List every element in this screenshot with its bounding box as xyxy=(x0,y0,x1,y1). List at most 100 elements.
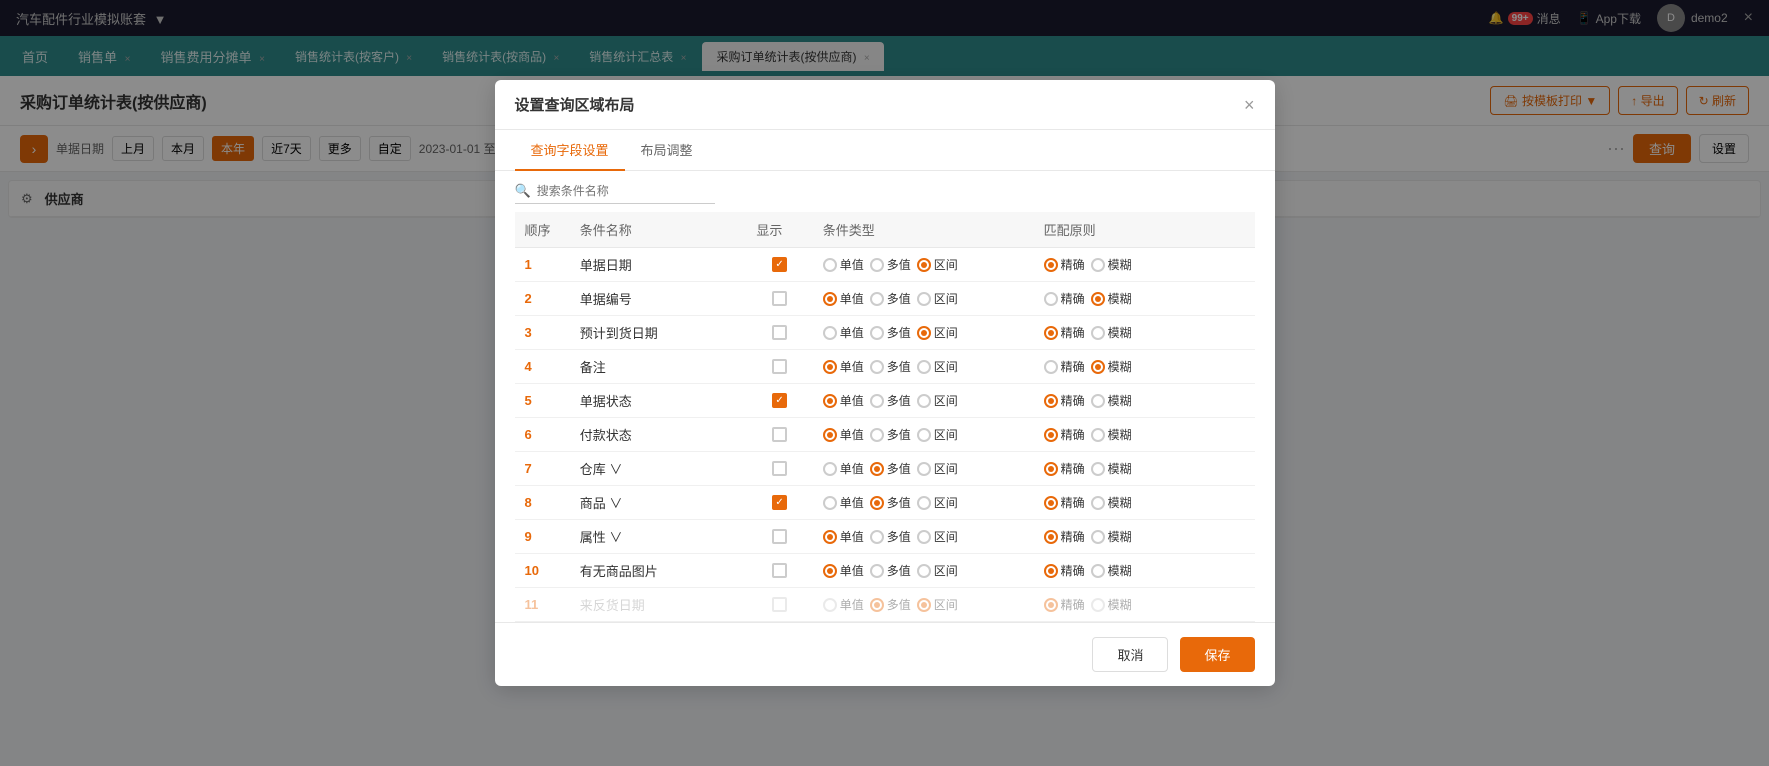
cell-show[interactable] xyxy=(746,384,812,418)
cell-show[interactable] xyxy=(746,554,812,588)
radio-type-single[interactable]: 单值 xyxy=(823,426,864,443)
radio-type-range[interactable]: 区间 xyxy=(917,256,958,273)
radio-type-range[interactable]: 区间 xyxy=(917,324,958,341)
radio-type-single[interactable]: 单值 xyxy=(823,256,864,273)
radio-match-exact[interactable]: 精确 xyxy=(1044,528,1085,545)
cell-show[interactable] xyxy=(746,248,812,282)
radio-type-multi[interactable]: 多值 xyxy=(870,528,911,545)
radio-match-fuzzy[interactable]: 模糊 xyxy=(1091,256,1132,273)
cell-type[interactable]: 单值多值区间 xyxy=(813,418,1034,452)
radio-type-single[interactable]: 单值 xyxy=(823,392,864,409)
show-checkbox[interactable] xyxy=(772,257,787,272)
radio-type-range[interactable]: 区间 xyxy=(917,426,958,443)
radio-match-fuzzy[interactable]: 模糊 xyxy=(1091,358,1132,375)
radio-match-exact[interactable]: 精确 xyxy=(1044,324,1085,341)
radio-type-range[interactable]: 区间 xyxy=(917,358,958,375)
radio-type-range[interactable]: 区间 xyxy=(917,290,958,307)
show-checkbox[interactable] xyxy=(772,359,787,374)
radio-type-single[interactable]: 单值 xyxy=(823,460,864,477)
radio-type-multi[interactable]: 多值 xyxy=(870,596,911,613)
radio-type-single[interactable]: 单值 xyxy=(823,494,864,511)
radio-type-multi[interactable]: 多值 xyxy=(870,290,911,307)
cell-match[interactable]: 精确模糊 xyxy=(1034,520,1255,554)
radio-type-single[interactable]: 单值 xyxy=(823,562,864,579)
radio-type-multi[interactable]: 多值 xyxy=(870,324,911,341)
radio-type-range[interactable]: 区间 xyxy=(917,596,958,613)
radio-match-exact[interactable]: 精确 xyxy=(1044,358,1085,375)
radio-type-multi[interactable]: 多值 xyxy=(870,392,911,409)
radio-type-multi[interactable]: 多值 xyxy=(870,256,911,273)
radio-type-single[interactable]: 单值 xyxy=(823,596,864,613)
show-checkbox[interactable] xyxy=(772,563,787,578)
radio-type-range[interactable]: 区间 xyxy=(917,392,958,409)
cell-match[interactable]: 精确模糊 xyxy=(1034,486,1255,520)
cell-match[interactable]: 精确模糊 xyxy=(1034,384,1255,418)
radio-match-fuzzy[interactable]: 模糊 xyxy=(1091,528,1132,545)
radio-match-fuzzy[interactable]: 模糊 xyxy=(1091,324,1132,341)
cell-match[interactable]: 精确模糊 xyxy=(1034,418,1255,452)
cell-match[interactable]: 精确模糊 xyxy=(1034,350,1255,384)
cell-match[interactable]: 精确模糊 xyxy=(1034,588,1255,622)
radio-match-exact[interactable]: 精确 xyxy=(1044,460,1085,477)
cell-match[interactable]: 精确模糊 xyxy=(1034,452,1255,486)
cell-show[interactable] xyxy=(746,316,812,350)
radio-type-range[interactable]: 区间 xyxy=(917,562,958,579)
radio-match-fuzzy[interactable]: 模糊 xyxy=(1091,426,1132,443)
cell-type[interactable]: 单值多值区间 xyxy=(813,316,1034,350)
radio-type-single[interactable]: 单值 xyxy=(823,324,864,341)
show-checkbox[interactable] xyxy=(772,393,787,408)
radio-type-multi[interactable]: 多值 xyxy=(870,494,911,511)
radio-match-exact[interactable]: 精确 xyxy=(1044,392,1085,409)
radio-type-multi[interactable]: 多值 xyxy=(870,426,911,443)
radio-match-exact[interactable]: 精确 xyxy=(1044,256,1085,273)
search-input[interactable] xyxy=(537,184,715,198)
cell-show[interactable] xyxy=(746,520,812,554)
radio-type-range[interactable]: 区间 xyxy=(917,460,958,477)
cell-type[interactable]: 单值多值区间 xyxy=(813,452,1034,486)
show-checkbox[interactable] xyxy=(772,325,787,340)
radio-match-fuzzy[interactable]: 模糊 xyxy=(1091,460,1132,477)
cancel-button[interactable]: 取消 xyxy=(1092,637,1168,672)
modal-close-button[interactable]: × xyxy=(1244,96,1255,114)
radio-type-range[interactable]: 区间 xyxy=(917,528,958,545)
cell-show[interactable] xyxy=(746,282,812,316)
cell-type[interactable]: 单值多值区间 xyxy=(813,282,1034,316)
radio-match-fuzzy[interactable]: 模糊 xyxy=(1091,290,1132,307)
radio-type-single[interactable]: 单值 xyxy=(823,290,864,307)
radio-type-multi[interactable]: 多值 xyxy=(870,460,911,477)
save-button[interactable]: 保存 xyxy=(1180,637,1254,672)
radio-match-exact[interactable]: 精确 xyxy=(1044,426,1085,443)
radio-match-fuzzy[interactable]: 模糊 xyxy=(1091,494,1132,511)
cell-type[interactable]: 单值多值区间 xyxy=(813,554,1034,588)
show-checkbox[interactable] xyxy=(772,529,787,544)
cell-type[interactable]: 单值多值区间 xyxy=(813,350,1034,384)
cell-show[interactable] xyxy=(746,588,812,622)
radio-type-multi[interactable]: 多值 xyxy=(870,562,911,579)
show-checkbox[interactable] xyxy=(772,291,787,306)
show-checkbox[interactable] xyxy=(772,597,787,612)
cell-show[interactable] xyxy=(746,418,812,452)
cell-type[interactable]: 单值多值区间 xyxy=(813,520,1034,554)
radio-match-exact[interactable]: 精确 xyxy=(1044,562,1085,579)
tab-query-fields[interactable]: 查询字段设置 xyxy=(515,130,625,171)
show-checkbox[interactable] xyxy=(772,461,787,476)
cell-match[interactable]: 精确模糊 xyxy=(1034,282,1255,316)
show-checkbox[interactable] xyxy=(772,495,787,510)
radio-type-single[interactable]: 单值 xyxy=(823,528,864,545)
radio-match-fuzzy[interactable]: 模糊 xyxy=(1091,596,1132,613)
cell-match[interactable]: 精确模糊 xyxy=(1034,554,1255,588)
radio-type-multi[interactable]: 多值 xyxy=(870,358,911,375)
radio-match-exact[interactable]: 精确 xyxy=(1044,290,1085,307)
cell-type[interactable]: 单值多值区间 xyxy=(813,384,1034,418)
radio-match-exact[interactable]: 精确 xyxy=(1044,494,1085,511)
radio-match-exact[interactable]: 精确 xyxy=(1044,596,1085,613)
radio-type-range[interactable]: 区间 xyxy=(917,494,958,511)
cell-type[interactable]: 单值多值区间 xyxy=(813,248,1034,282)
radio-type-single[interactable]: 单值 xyxy=(823,358,864,375)
cell-show[interactable] xyxy=(746,486,812,520)
show-checkbox[interactable] xyxy=(772,427,787,442)
radio-match-fuzzy[interactable]: 模糊 xyxy=(1091,562,1132,579)
cell-show[interactable] xyxy=(746,452,812,486)
cell-match[interactable]: 精确模糊 xyxy=(1034,248,1255,282)
cell-match[interactable]: 精确模糊 xyxy=(1034,316,1255,350)
